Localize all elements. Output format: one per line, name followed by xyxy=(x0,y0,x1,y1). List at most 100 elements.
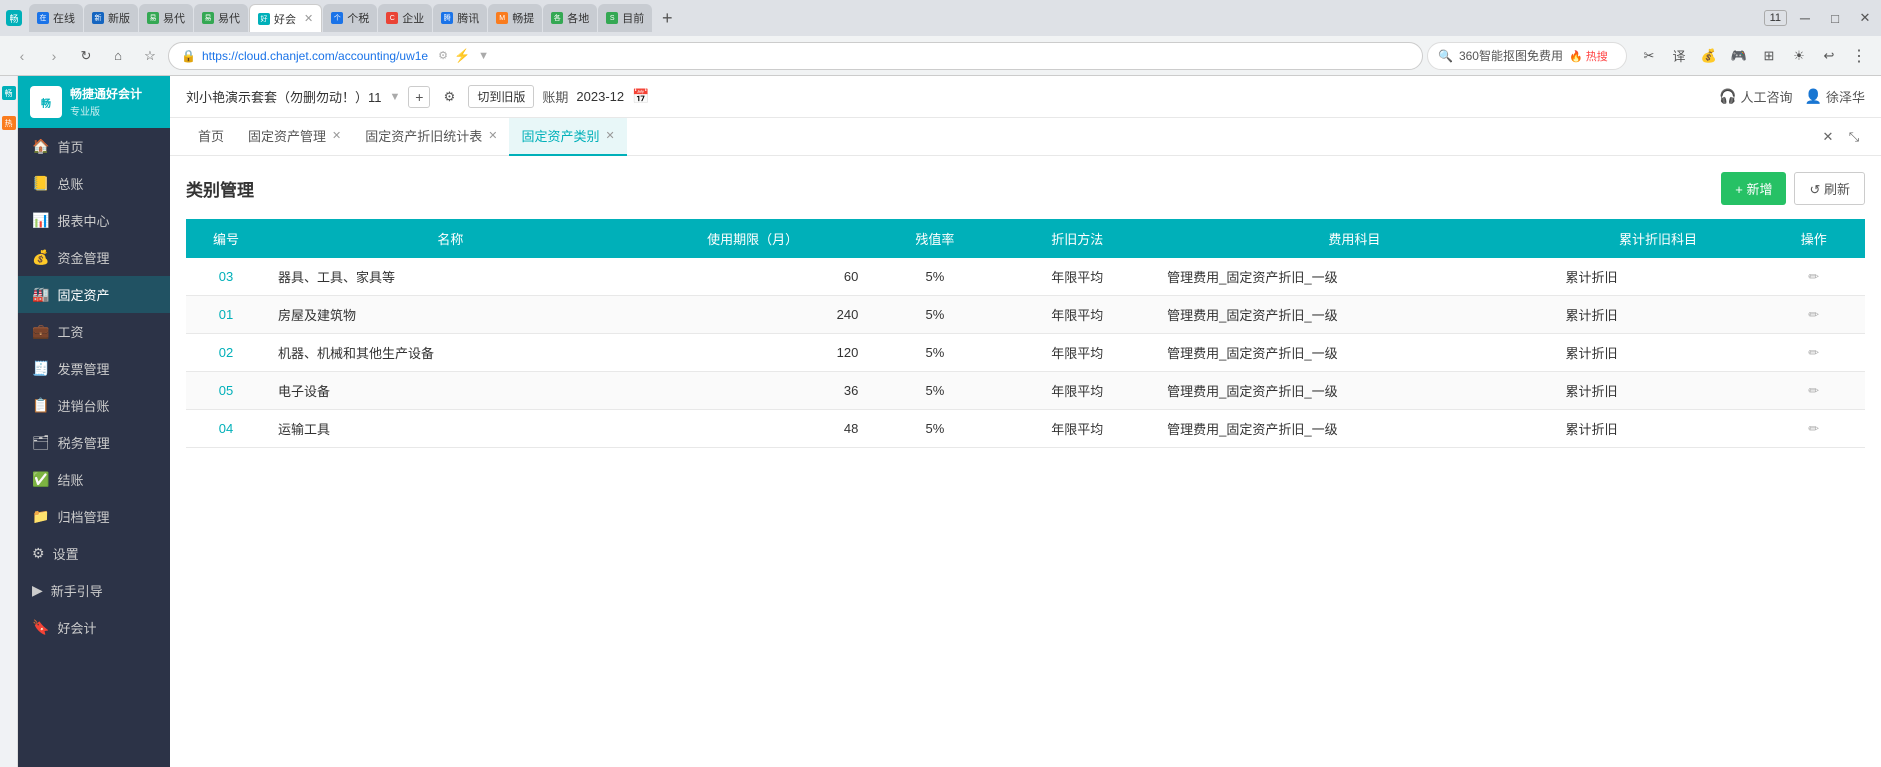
main-content: 刘小艳演示套套（勿删勿动！）11 ▼ + ⚙ 切到旧版 账期 2023-12 📅… xyxy=(170,76,1881,767)
sidebar-item-reports[interactable]: 📊 报表中心 xyxy=(18,202,170,239)
strip-icon-1[interactable]: 畅 xyxy=(2,86,16,100)
extension-icon-1[interactable]: 畅 xyxy=(6,10,22,26)
sidebar-item-funds[interactable]: 💰 资金管理 xyxy=(18,239,170,276)
tab-label-6: 个税 xyxy=(347,10,369,26)
table-cell: 管理费用_固定资产折旧_一级 xyxy=(1155,334,1553,372)
sidebar-item-settings[interactable]: ⚙ 设置 xyxy=(18,535,170,572)
sidebar-item-tax[interactable]: 🗂 税务管理 xyxy=(18,424,170,461)
sidebar-logo-text: 畅捷通好会计 xyxy=(70,86,142,103)
tab-close-5[interactable]: ✕ xyxy=(304,12,313,25)
cut-icon[interactable]: ✂ xyxy=(1635,42,1663,70)
archive-icon: 📁 xyxy=(32,508,49,525)
sidebar-item-checkout[interactable]: ✅ 结账 xyxy=(18,461,170,498)
browser-tab-5[interactable]: 好 好会 ✕ xyxy=(249,4,322,32)
add-company-btn[interactable]: + xyxy=(408,86,430,108)
browser-tab-8[interactable]: 腾 腾讯 xyxy=(433,4,487,32)
undo-icon[interactable]: ↩ xyxy=(1815,42,1843,70)
grid-icon[interactable]: ⊞ xyxy=(1755,42,1783,70)
edit-action-cell[interactable]: ✏ xyxy=(1763,410,1866,448)
sidebar-label-ledger: 总账 xyxy=(57,174,83,193)
consult-label: 人工咨询 xyxy=(1741,87,1793,106)
browser-tab-4[interactable]: 易 易代 xyxy=(194,4,248,32)
search-placeholder: 360智能抠图免费用 xyxy=(1459,47,1563,64)
page-tab-close-3[interactable]: ✕ xyxy=(488,129,497,142)
add-button[interactable]: + 新增 xyxy=(1721,172,1786,205)
tab-label-10: 各地 xyxy=(567,10,589,26)
nav-bookmark[interactable]: ☆ xyxy=(136,42,164,70)
edit-action-cell[interactable]: ✏ xyxy=(1763,296,1866,334)
sidebar-item-invoice[interactable]: 🧾 发票管理 xyxy=(18,350,170,387)
page-tab-category[interactable]: 固定资产类别 ✕ xyxy=(509,118,626,156)
browser-tab-2[interactable]: 新 新版 xyxy=(84,4,138,32)
browser-tab-11[interactable]: S 目前 xyxy=(598,4,652,32)
sidebar-item-ledger[interactable]: 📒 总账 xyxy=(18,165,170,202)
page-tab-fixed-mgmt[interactable]: 固定资产管理 ✕ xyxy=(236,118,353,156)
browser-tab-10[interactable]: 各 各地 xyxy=(543,4,597,32)
settings-btn[interactable]: ⚙ xyxy=(438,86,460,108)
nav-back[interactable]: ‹ xyxy=(8,42,36,70)
brightness-icon[interactable]: ☀ xyxy=(1785,42,1813,70)
sidebar-item-sales[interactable]: 📋 进销台账 xyxy=(18,387,170,424)
tab-label-11: 目前 xyxy=(622,10,644,26)
browser-tab-1[interactable]: 在 在线 xyxy=(29,4,83,32)
edit-action-cell[interactable]: ✏ xyxy=(1763,372,1866,410)
switch-version-btn[interactable]: 切到旧版 xyxy=(468,85,534,108)
tab-new-button[interactable]: + xyxy=(653,4,681,32)
strip-icon-2[interactable]: 热 xyxy=(2,116,16,130)
page-tab-depreciation[interactable]: 固定资产折旧统计表 ✕ xyxy=(353,118,509,156)
sidebar-item-more[interactable]: 🔖 好会计 xyxy=(18,609,170,646)
edit-action-cell[interactable]: ✏ xyxy=(1763,258,1866,296)
tab-count-badge: 11 xyxy=(1764,10,1787,26)
table-row: 04运输工具485%年限平均管理费用_固定资产折旧_一级累计折旧✏ xyxy=(186,410,1865,448)
sidebar-item-home[interactable]: 🏠 首页 xyxy=(18,128,170,165)
browser-tab-6[interactable]: 个 个税 xyxy=(323,4,377,32)
browser-tab-9[interactable]: M 畅提 xyxy=(488,4,542,32)
sidebar-item-archive[interactable]: 📁 归档管理 xyxy=(18,498,170,535)
calendar-icon[interactable]: 📅 xyxy=(632,88,649,105)
category-table: 编号 名称 使用期限（月） 残值率 折旧方法 xyxy=(186,219,1865,448)
sidebar-label-invoice: 发票管理 xyxy=(57,359,109,378)
more-icon: 🔖 xyxy=(32,619,49,636)
search-box[interactable]: 🔍 360智能抠图免费用 🔥 热搜 xyxy=(1427,42,1627,70)
browser-maximize[interactable]: □ xyxy=(1823,6,1847,30)
table-cell: 240 xyxy=(635,296,871,334)
browser-tab-3[interactable]: 易 易代 xyxy=(139,4,193,32)
sidebar-item-fixed[interactable]: 🏭 固定资产 xyxy=(18,276,170,313)
table-row: 03器具、工具、家具等605%年限平均管理费用_固定资产折旧_一级累计折旧✏ xyxy=(186,258,1865,296)
address-dropdown[interactable]: ▼ xyxy=(478,50,489,62)
browser-close[interactable]: ✕ xyxy=(1853,6,1877,30)
table-cell: 年限平均 xyxy=(999,410,1155,448)
user-btn[interactable]: 👤 徐泽华 xyxy=(1805,87,1865,106)
sidebar-label-fixed: 固定资产 xyxy=(57,285,109,304)
sidebar-label-checkout: 结账 xyxy=(57,470,83,489)
nav-forward[interactable]: › xyxy=(40,42,68,70)
company-dropdown[interactable]: ▼ xyxy=(390,91,401,103)
sidebar-item-payroll[interactable]: 💼 工资 xyxy=(18,313,170,350)
coin-icon[interactable]: 💰 xyxy=(1695,42,1723,70)
tab-expand-btn[interactable]: ⤡ xyxy=(1843,126,1865,148)
tab-favicon-2: 新 xyxy=(92,12,104,24)
edit-action-cell[interactable]: ✏ xyxy=(1763,334,1866,372)
browser-minimize[interactable]: ─ xyxy=(1793,6,1817,30)
page-tab-close-2[interactable]: ✕ xyxy=(332,129,341,142)
nav-home[interactable]: ⌂ xyxy=(104,42,132,70)
sidebar-item-guide[interactable]: ▶ 新手引导 xyxy=(18,572,170,609)
top-bar: 刘小艳演示套套（勿删勿动！）11 ▼ + ⚙ 切到旧版 账期 2023-12 📅… xyxy=(170,76,1881,118)
table-cell: 年限平均 xyxy=(999,258,1155,296)
refresh-button[interactable]: ↺ 刷新 xyxy=(1794,172,1865,205)
page-tab-home[interactable]: 首页 xyxy=(186,118,236,156)
browser-menu[interactable]: ⋮ xyxy=(1845,42,1873,70)
consult-btn[interactable]: 🎧 人工咨询 xyxy=(1719,87,1792,106)
translate-icon[interactable]: 译 xyxy=(1665,42,1693,70)
fixed-icon: 🏭 xyxy=(32,286,49,303)
nav-reload[interactable]: ↻ xyxy=(72,42,100,70)
address-input[interactable]: 🔒 https://cloud.chanjet.com/accounting/u… xyxy=(168,42,1423,70)
table-cell: 器具、工具、家具等 xyxy=(266,258,635,296)
browser-tab-7[interactable]: C 企业 xyxy=(378,4,432,32)
page-tabs-bar: 首页 固定资产管理 ✕ 固定资产折旧统计表 ✕ 固定资产类别 ✕ ✕ ⤡ xyxy=(170,118,1881,156)
page-tab-close-4[interactable]: ✕ xyxy=(606,129,615,142)
user-name: 徐泽华 xyxy=(1826,87,1865,106)
game-icon[interactable]: 🎮 xyxy=(1725,42,1753,70)
tax-icon: 🗂 xyxy=(32,434,50,451)
tab-minimize-btn[interactable]: ✕ xyxy=(1817,126,1839,148)
